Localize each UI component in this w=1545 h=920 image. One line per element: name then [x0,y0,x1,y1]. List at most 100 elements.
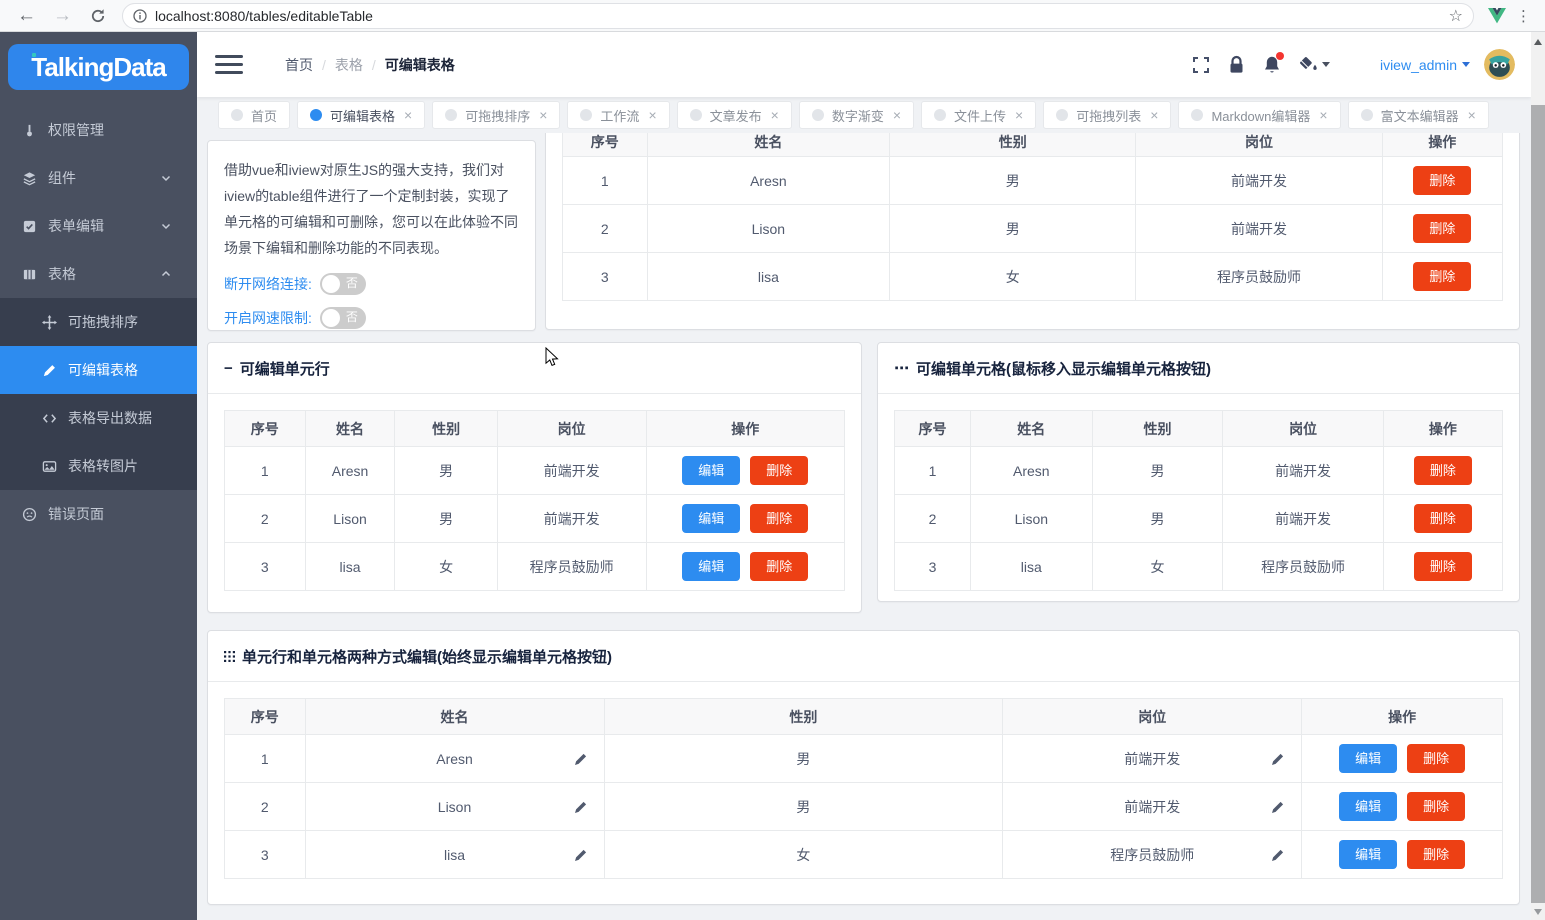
app-logo[interactable]: TalkingData [8,44,189,90]
breadcrumb-tables[interactable]: 表格 [335,55,363,75]
sidebar-item-table-export[interactable]: 表格导出数据 [0,394,197,442]
delete-button[interactable]: 删除 [750,504,809,533]
back-icon[interactable]: ← [17,6,36,25]
avatar[interactable] [1484,49,1515,80]
delete-button[interactable]: 删除 [1413,166,1472,195]
delete-button[interactable]: 删除 [1407,792,1466,821]
sidebar-item-label: 表格转图片 [68,458,138,474]
scrollbar-up-arrow-icon[interactable] [1534,39,1542,45]
col-header-job: 岗位 [1222,410,1384,447]
edit-cell-pencil-icon[interactable] [1271,800,1285,814]
tab-drag-list[interactable]: 可拖拽列表 × [1043,101,1172,129]
close-icon[interactable]: × [1319,108,1327,122]
sidebar-item-table-to-image[interactable]: 表格转图片 [0,442,197,490]
edit-button[interactable]: 编辑 [1339,744,1398,773]
cell-name[interactable]: Lison [970,494,1093,543]
disconnect-network-toggle[interactable]: 否 [319,273,366,295]
sidebar-item-form-edit[interactable]: 表单编辑 [0,202,197,250]
theme-paint-icon[interactable] [1298,55,1330,75]
sidebar-item-components[interactable]: 组件 [0,154,197,202]
card-title: 可编辑单元行 [239,360,330,378]
cell-name: Lison [304,782,605,831]
close-icon[interactable]: × [1468,108,1476,122]
address-bar[interactable]: localhost:8080/tables/editableTable ☆ [122,2,1474,29]
tab-editable-table[interactable]: 可编辑表格 × [297,101,426,129]
notifications-bell-icon[interactable] [1262,51,1284,75]
sidebar-item-permissions[interactable]: 权限管理 [0,106,197,154]
fullscreen-icon[interactable] [1191,55,1211,75]
sidebar-item-editable-table[interactable]: 可编辑表格 [0,346,197,394]
refresh-icon[interactable] [90,8,106,24]
tab-file-upload[interactable]: 文件上传 × [921,101,1037,129]
table-icon [23,269,36,279]
edit-button[interactable]: 编辑 [1339,840,1398,869]
tab-home[interactable]: 首页 [218,101,291,129]
tab-article-publish[interactable]: 文章发布 × [676,101,792,129]
speed-limit-link[interactable]: 开启网速限制: [224,308,312,328]
edit-button[interactable]: 编辑 [1339,792,1398,821]
delete-button[interactable]: 删除 [750,456,809,485]
vue-devtools-extension-icon[interactable] [1488,7,1506,24]
cell-name[interactable]: lisa [970,542,1093,591]
tab-markdown-editor[interactable]: Markdown编辑器 × [1178,101,1341,129]
network-disconnect-row: 断开网络连接: 否 [224,273,519,295]
close-icon[interactable]: × [648,108,656,122]
tab-number-gradient[interactable]: 数字渐变 × [798,101,915,129]
delete-button[interactable]: 删除 [1413,456,1472,485]
url-text[interactable]: localhost:8080/tables/editableTable [155,8,1449,24]
close-icon[interactable]: × [404,108,412,122]
delete-button[interactable]: 删除 [1413,552,1472,581]
intro-card: 借助vue和iview对原生JS的强大支持，我们对iview的table组件进行… [207,140,536,331]
tab-richtext-editor[interactable]: 富文本编辑器 × [1347,101,1489,129]
cell-gender[interactable]: 男 [1091,446,1224,495]
tab-workflow[interactable]: 工作流 × [567,101,670,129]
scrollbar-down-arrow-icon[interactable] [1534,909,1542,915]
delete-button[interactable]: 删除 [1413,262,1472,291]
site-info-icon[interactable] [133,8,147,23]
delete-button[interactable]: 删除 [1407,840,1466,869]
edit-cell-pencil-icon[interactable] [574,848,588,862]
table-header-row: 序号 姓名 性别 岗位 操作 [224,698,1503,735]
speed-limit-toggle[interactable]: 否 [319,307,366,329]
sidebar-item-tables[interactable]: 表格 [0,250,197,298]
cell-job: 前端开发 [1002,734,1303,783]
cell-name[interactable]: Aresn [970,446,1093,495]
sidebar-item-error-pages[interactable]: 错误页面 [0,490,197,538]
user-dropdown[interactable]: iview_admin [1380,57,1470,73]
browser-menu-icon[interactable]: ⋮ [1516,7,1531,25]
collapse-menu-icon[interactable] [215,50,243,79]
delete-button[interactable]: 删除 [750,552,809,581]
cell-actions: 删除 [1381,204,1504,253]
close-icon[interactable]: × [539,108,547,122]
cell-job[interactable]: 前端开发 [1222,494,1384,543]
bookmark-star-icon[interactable]: ☆ [1449,6,1463,26]
lock-icon[interactable] [1227,55,1246,75]
close-icon[interactable]: × [1015,108,1023,122]
forward-icon[interactable]: → [53,6,72,25]
scrollbar-thumb[interactable] [1531,105,1545,903]
delete-button[interactable]: 删除 [1407,744,1466,773]
edit-cell-pencil-icon[interactable] [1271,848,1285,862]
page-scrollbar[interactable] [1531,32,1545,920]
close-icon[interactable]: × [893,108,901,122]
edit-button[interactable]: 编辑 [682,456,741,485]
edit-cell-pencil-icon[interactable] [1271,752,1285,766]
sidebar-item-drag-sort[interactable]: 可拖拽排序 [0,298,197,346]
edit-button[interactable]: 编辑 [682,552,741,581]
delete-button[interactable]: 删除 [1413,504,1472,533]
edit-cell-pencil-icon[interactable] [574,752,588,766]
edit-cell-pencil-icon[interactable] [574,800,588,814]
delete-button[interactable]: 删除 [1413,214,1472,243]
cell-gender[interactable]: 男 [1091,494,1224,543]
breadcrumb-home[interactable]: 首页 [285,55,313,75]
cell-job[interactable]: 前端开发 [1222,446,1384,495]
logo-text: TalkingData [31,51,166,82]
close-icon[interactable]: × [771,108,779,122]
close-icon[interactable]: × [1150,108,1158,122]
disconnect-network-link[interactable]: 断开网络连接: [224,274,312,294]
cell-gender[interactable]: 女 [1091,542,1224,591]
tab-drag-sort[interactable]: 可拖拽排序 × [432,101,561,129]
tab-dot-icon [1191,109,1204,121]
edit-button[interactable]: 编辑 [682,504,741,533]
cell-job[interactable]: 程序员鼓励师 [1222,542,1384,591]
